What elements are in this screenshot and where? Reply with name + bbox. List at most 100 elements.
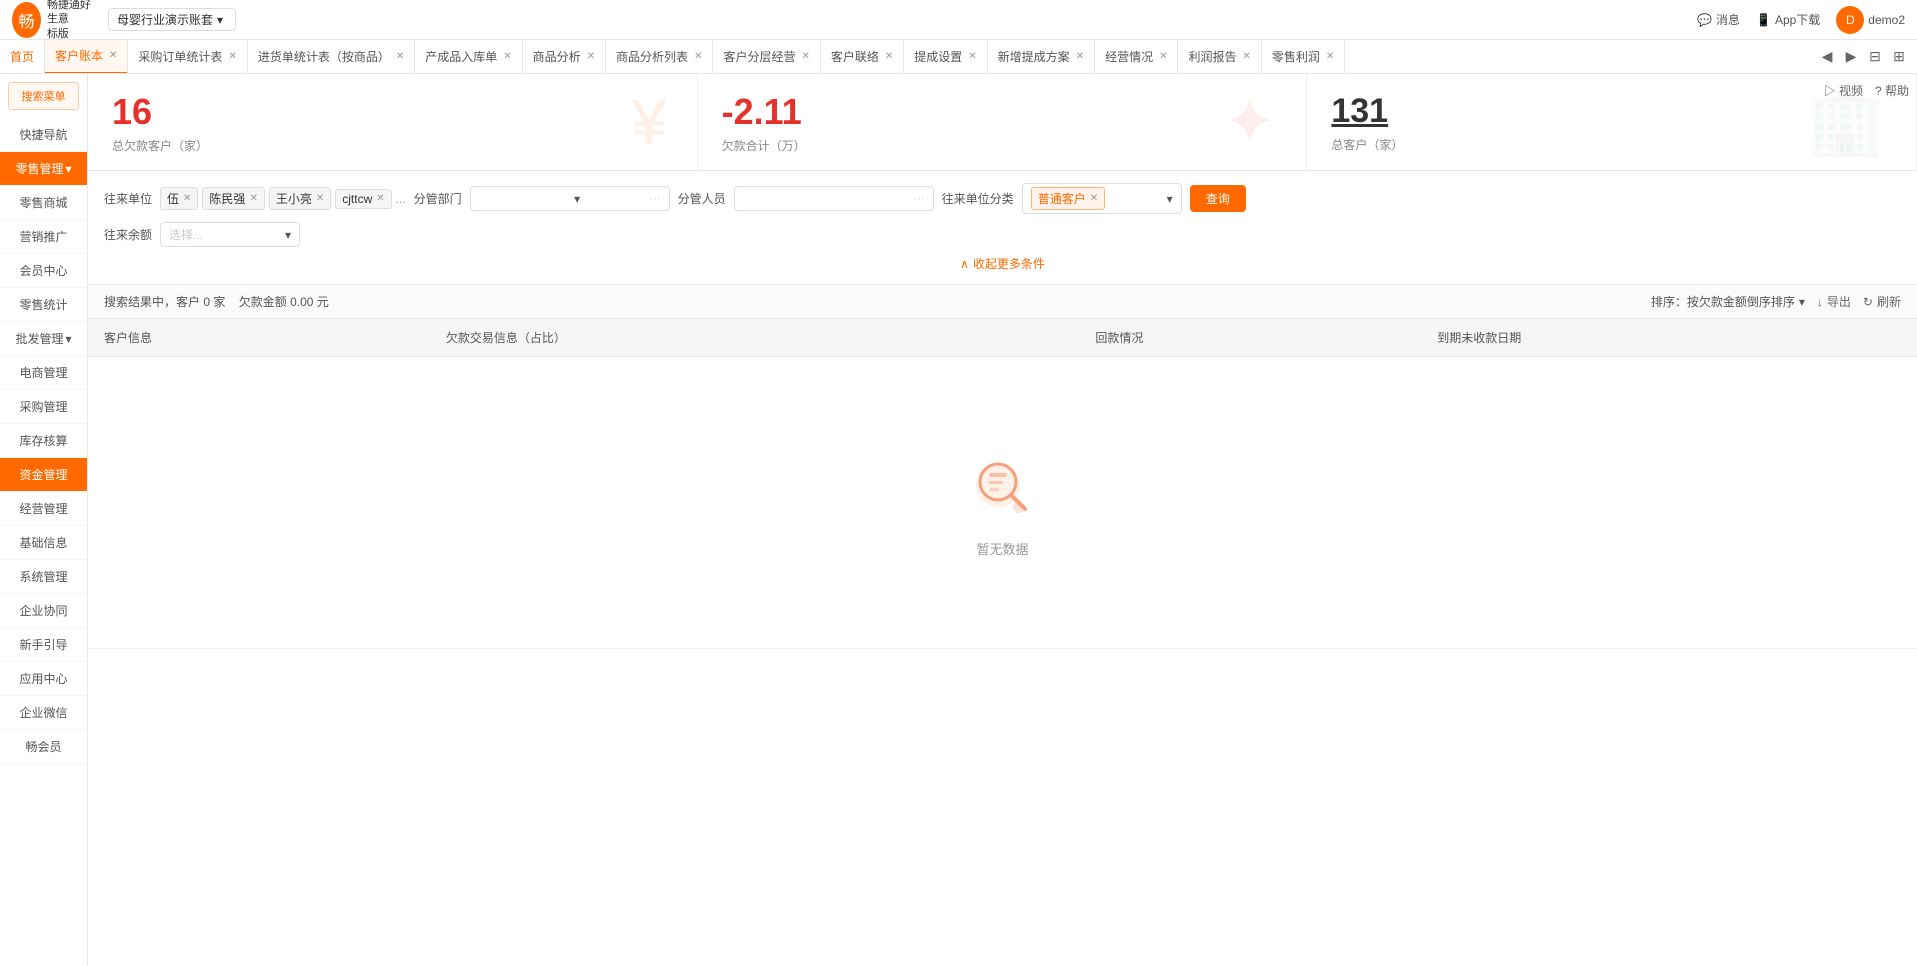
sidebar-item-purchase[interactable]: 采购管理: [0, 390, 87, 424]
sidebar-item-newbie[interactable]: 新手引导: [0, 628, 87, 662]
tab-goods-stats[interactable]: 进货单统计表（按商品） ✕: [248, 40, 415, 74]
table-head: 客户信息 欠款交易信息（占比） 回款情况 到期未收款日期: [88, 319, 1917, 357]
query-button[interactable]: 查询: [1190, 185, 1246, 212]
sidebar-item-basic-info[interactable]: 基础信息: [0, 526, 87, 560]
top-bar: 畅 畅捷通好生意 标版 母婴行业演示账套 ▾ 💬 消息 📱 App下载 D de…: [0, 0, 1917, 40]
close-tab-customer-ledger[interactable]: ✕: [109, 50, 117, 61]
tab-maximize-button[interactable]: ⊞: [1889, 47, 1909, 67]
filter-area: 往来单位 伍 ✕ 陈民强 ✕ 王小亮 ✕ cjttcw: [88, 171, 1917, 285]
download-icon: 📱: [1756, 13, 1771, 27]
enterprise-selector[interactable]: 母婴行业演示账套 ▾: [108, 8, 236, 31]
tab-actions: ◀ ▶ ⊟ ⊞: [1809, 47, 1917, 67]
table-header-row: 客户信息 欠款交易信息（占比） 回款情况 到期未收款日期: [88, 319, 1917, 357]
close-tab-retail-profit[interactable]: ✕: [1326, 51, 1334, 62]
sidebar-item-app-center[interactable]: 应用中心: [0, 662, 87, 696]
close-tab-purchase-order[interactable]: ✕: [228, 51, 236, 62]
top-right: 💬 消息 📱 App下载 D demo2: [1697, 6, 1905, 34]
category-filter-select[interactable]: 普通客户 ✕ ▾: [1022, 183, 1182, 214]
person-filter-select[interactable]: ···: [734, 186, 934, 211]
remove-unit-tag-1[interactable]: ✕: [249, 193, 257, 204]
tab-prev-button[interactable]: ◀: [1817, 47, 1837, 67]
tab-commission-settings[interactable]: 提成设置 ✕: [904, 40, 987, 74]
nav-tabs: 首页 客户账本 ✕ 采购订单统计表 ✕ 进货单统计表（按商品） ✕ 产成品入库单…: [0, 40, 1917, 74]
close-tab-new-commission[interactable]: ✕: [1076, 51, 1084, 62]
stat-bg-icon-1: ¥: [631, 85, 667, 159]
message-button[interactable]: 💬 消息: [1697, 11, 1740, 28]
tab-customer-tier[interactable]: 客户分层经营 ✕: [713, 40, 820, 74]
sidebar-item-ecommerce[interactable]: 电商管理: [0, 356, 87, 390]
sidebar-item-member-center[interactable]: 会员中心: [0, 254, 87, 288]
close-tab-commission-settings[interactable]: ✕: [968, 51, 976, 62]
remove-unit-tag-2[interactable]: ✕: [316, 193, 324, 204]
close-tab-product-analysis[interactable]: ✕: [587, 51, 595, 62]
tab-retail-profit[interactable]: 零售利润 ✕: [1262, 40, 1345, 74]
empty-row: 暂无数据: [88, 357, 1917, 649]
sidebar-item-member[interactable]: 畅会员: [0, 730, 87, 764]
video-icon: ▷: [1824, 84, 1836, 98]
empty-icon: [963, 447, 1043, 527]
sidebar-item-enterprise-wechat[interactable]: 企业微信: [0, 696, 87, 730]
chevron-icon: ▾: [65, 332, 71, 346]
result-info: 搜索结果中，客户 0 家 欠款金额 0.00 元: [104, 293, 329, 310]
avatar: D: [1836, 6, 1864, 34]
search-menu-button[interactable]: 搜索菜单: [8, 82, 79, 110]
tab-customer-contact[interactable]: 客户联络 ✕: [821, 40, 904, 74]
close-tab-business-status[interactable]: ✕: [1159, 51, 1167, 62]
category-filter-label: 往来单位分类: [942, 190, 1014, 207]
sidebar-search: 搜索菜单: [0, 74, 87, 118]
close-tab-customer-tier[interactable]: ✕: [801, 51, 809, 62]
tab-minimize-button[interactable]: ⊟: [1865, 47, 1885, 67]
app-download-button[interactable]: 📱 App下载: [1756, 11, 1820, 28]
close-tab-customer-contact[interactable]: ✕: [885, 51, 893, 62]
empty-cell: 暂无数据: [88, 357, 1917, 649]
data-table: 客户信息 欠款交易信息（占比） 回款情况 到期未收款日期: [88, 319, 1917, 649]
sidebar-item-retail-management[interactable]: 零售管理 ▾: [0, 152, 87, 186]
close-tab-profit-report[interactable]: ✕: [1243, 51, 1251, 62]
close-tab-product-instock[interactable]: ✕: [503, 51, 511, 62]
tab-new-commission[interactable]: 新增提成方案 ✕: [988, 40, 1095, 74]
logo-icon: 畅: [12, 2, 41, 38]
sidebar-item-operation[interactable]: 经营管理: [0, 492, 87, 526]
col-repayment: 回款情况: [1079, 319, 1421, 357]
sort-arrow-icon: ▾: [1799, 295, 1805, 309]
remove-category-tag-0[interactable]: ✕: [1090, 193, 1098, 204]
sidebar-item-wholesale[interactable]: 批发管理 ▾: [0, 322, 87, 356]
col-overdue-date: 到期未收款日期: [1421, 319, 1917, 357]
tab-product-analysis[interactable]: 商品分析 ✕: [523, 40, 606, 74]
empty-text: 暂无数据: [976, 539, 1028, 558]
tab-home[interactable]: 首页: [0, 40, 45, 74]
refresh-button[interactable]: ↻ 刷新: [1863, 293, 1901, 310]
sort-selector[interactable]: 排序：按欠款金额倒序排序 ▾: [1651, 293, 1805, 310]
remove-unit-tag-0[interactable]: ✕: [183, 193, 191, 204]
tab-profit-report[interactable]: 利润报告 ✕: [1178, 40, 1261, 74]
sidebar-item-retail-mall[interactable]: 零售商城: [0, 186, 87, 220]
remove-unit-tag-3[interactable]: ✕: [376, 193, 384, 204]
sidebar-item-system[interactable]: 系统管理: [0, 560, 87, 594]
tab-product-analysis-list[interactable]: 商品分析列表 ✕: [606, 40, 713, 74]
collapse-button[interactable]: ∧ 收起更多条件: [104, 255, 1901, 272]
help-btn[interactable]: ? 帮助: [1875, 82, 1909, 99]
sidebar-item-inventory[interactable]: 库存核算: [0, 424, 87, 458]
export-button[interactable]: ↓ 导出: [1817, 293, 1851, 310]
message-icon: 💬: [1697, 13, 1712, 27]
tab-purchase-order-stats[interactable]: 采购订单统计表 ✕: [128, 40, 247, 74]
tab-customer-ledger[interactable]: 客户账本 ✕: [45, 40, 128, 74]
unit-tag-3: cjttcw ✕: [335, 189, 391, 209]
sidebar-item-enterprise-collab[interactable]: 企业协同: [0, 594, 87, 628]
dept-filter-select[interactable]: ▾ ···: [470, 186, 670, 211]
logo: 畅 畅捷通好生意 标版: [12, 0, 100, 41]
user-avatar-area[interactable]: D demo2: [1836, 6, 1905, 34]
tab-next-button[interactable]: ▶: [1841, 47, 1861, 67]
sidebar-quick-nav[interactable]: 快捷导航: [0, 118, 87, 152]
video-btn[interactable]: ▷ 视频: [1824, 82, 1863, 99]
tab-product-instock[interactable]: 产成品入库单 ✕: [415, 40, 522, 74]
unit-tag-more[interactable]: ...: [396, 192, 406, 206]
close-tab-product-analysis-list[interactable]: ✕: [694, 51, 702, 62]
header-right-actions: ▷ 视频 ? 帮助: [1824, 82, 1909, 99]
sidebar-item-capital[interactable]: 资金管理: [0, 458, 87, 492]
close-tab-goods-stats[interactable]: ✕: [396, 51, 404, 62]
sidebar-item-marketing[interactable]: 营销推广: [0, 220, 87, 254]
amount-filter-select[interactable]: 选择... ▾: [160, 222, 300, 247]
sidebar-item-retail-stats[interactable]: 零售统计: [0, 288, 87, 322]
tab-business-status[interactable]: 经营情况 ✕: [1095, 40, 1178, 74]
